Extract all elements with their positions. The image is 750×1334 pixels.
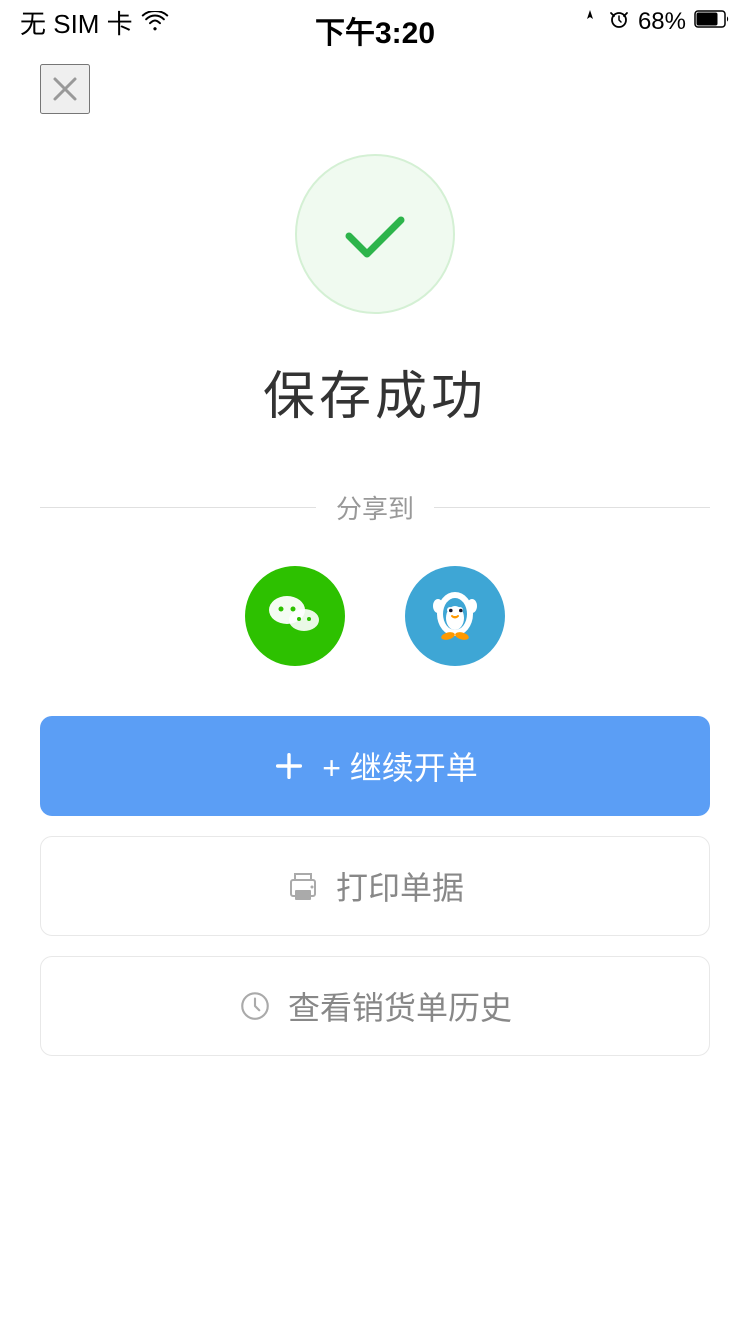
success-title: 保存成功: [263, 354, 487, 429]
location-icon: [580, 8, 600, 36]
wechat-icon: [266, 590, 324, 642]
printer-icon: [286, 869, 320, 903]
plus-icon: [272, 749, 306, 783]
close-button[interactable]: [40, 64, 90, 114]
history-icon: [238, 989, 272, 1023]
alarm-icon: [608, 8, 630, 37]
main-content: 保存成功 分享到: [0, 44, 750, 1116]
wechat-share-button[interactable]: [245, 566, 345, 666]
status-bar: 无 SIM 卡 下午3:20 68%: [0, 0, 750, 44]
history-button[interactable]: 查看销货单历史: [40, 956, 710, 1056]
battery-icon: [694, 8, 730, 36]
share-icons-row: [40, 566, 710, 666]
share-divider: 分享到: [40, 489, 710, 526]
qq-share-button[interactable]: [405, 566, 505, 666]
divider-left: [40, 507, 316, 508]
checkmark-icon: [335, 194, 415, 274]
status-right: 68%: [580, 8, 730, 37]
divider-right: [434, 507, 710, 508]
wifi-icon: [141, 7, 169, 38]
print-button-label: 打印单据: [336, 863, 464, 909]
share-label: 分享到: [336, 489, 414, 526]
action-buttons: + 继续开单 打印单据 查看销货单历史: [40, 716, 710, 1056]
share-section: 分享到: [40, 489, 710, 666]
print-button[interactable]: 打印单据: [40, 836, 710, 936]
continue-order-button[interactable]: + 继续开单: [40, 716, 710, 816]
status-time: 下午3:20: [315, 8, 435, 52]
carrier-text: 无 SIM 卡: [20, 4, 133, 41]
continue-button-label: + 继续开单: [322, 743, 478, 789]
status-left: 无 SIM 卡: [20, 4, 169, 41]
battery-percentage: 68%: [638, 8, 686, 36]
success-icon-circle: [295, 154, 455, 314]
qq-icon: [427, 586, 483, 646]
history-button-label: 查看销货单历史: [288, 983, 512, 1029]
